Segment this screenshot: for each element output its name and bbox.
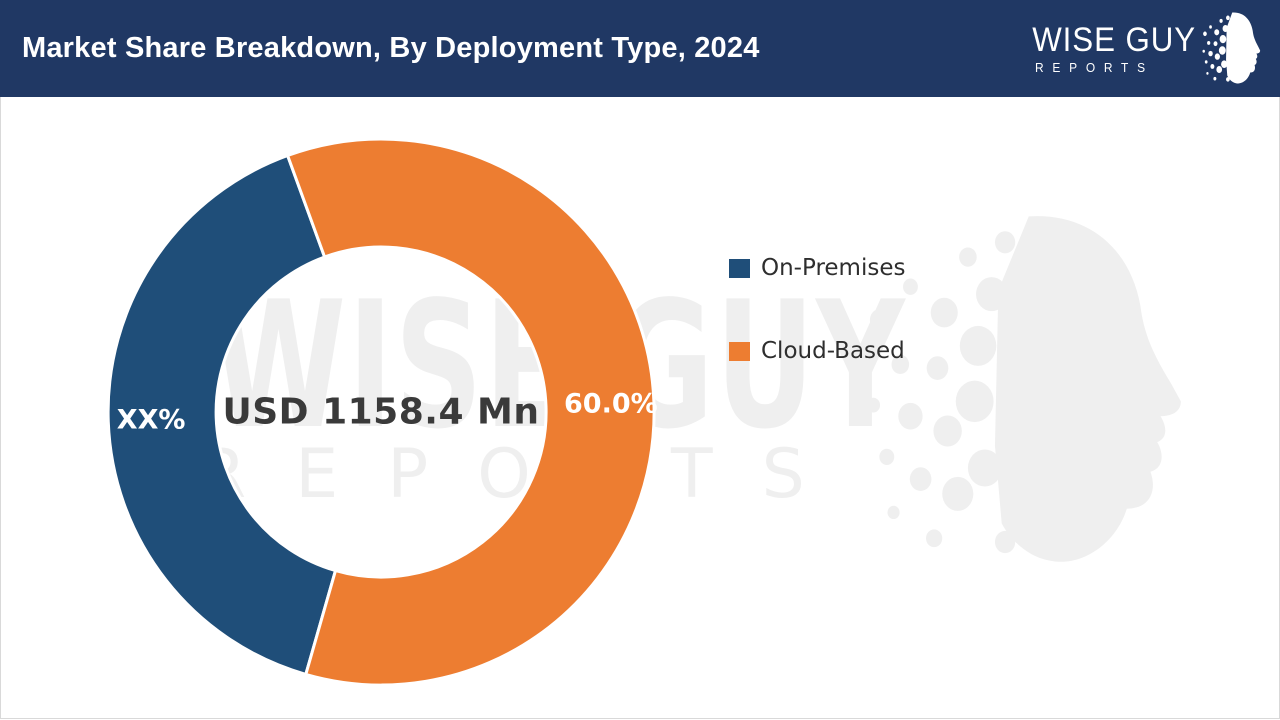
legend-label-cloud-based: Cloud-Based xyxy=(761,338,905,364)
page-title: Market Share Breakdown, By Deployment Ty… xyxy=(22,32,760,64)
donut-center-value: USD 1158.4 Mn xyxy=(222,391,540,433)
legend-item-cloud-based: Cloud-Based xyxy=(729,340,905,363)
chart-area: WISE GUY REPORTS USD 1158.4 Mn On-Premis… xyxy=(0,97,1280,719)
slice-label-cloud-based: 60.0% xyxy=(564,388,658,420)
slice-label-on-premises: XX% xyxy=(116,404,186,436)
legend-item-on-premises: On-Premises xyxy=(729,257,905,280)
brand-wordmark-line1: WISE GUY xyxy=(1032,21,1196,59)
header: Market Share Breakdown, By Deployment Ty… xyxy=(0,0,1280,97)
legend-swatch-cloud-based xyxy=(729,342,750,361)
brand-wordmark: WISE GUY REPORTS xyxy=(1032,23,1196,74)
brand-wordmark-line2: REPORTS xyxy=(1034,60,1154,75)
legend-label-on-premises: On-Premises xyxy=(761,255,906,281)
legend: On-Premises Cloud-Based xyxy=(729,257,905,363)
legend-swatch-on-premises xyxy=(729,259,750,278)
brand-face-icon xyxy=(1202,11,1261,83)
brand-logo: WISE GUY REPORTS xyxy=(1018,11,1262,87)
